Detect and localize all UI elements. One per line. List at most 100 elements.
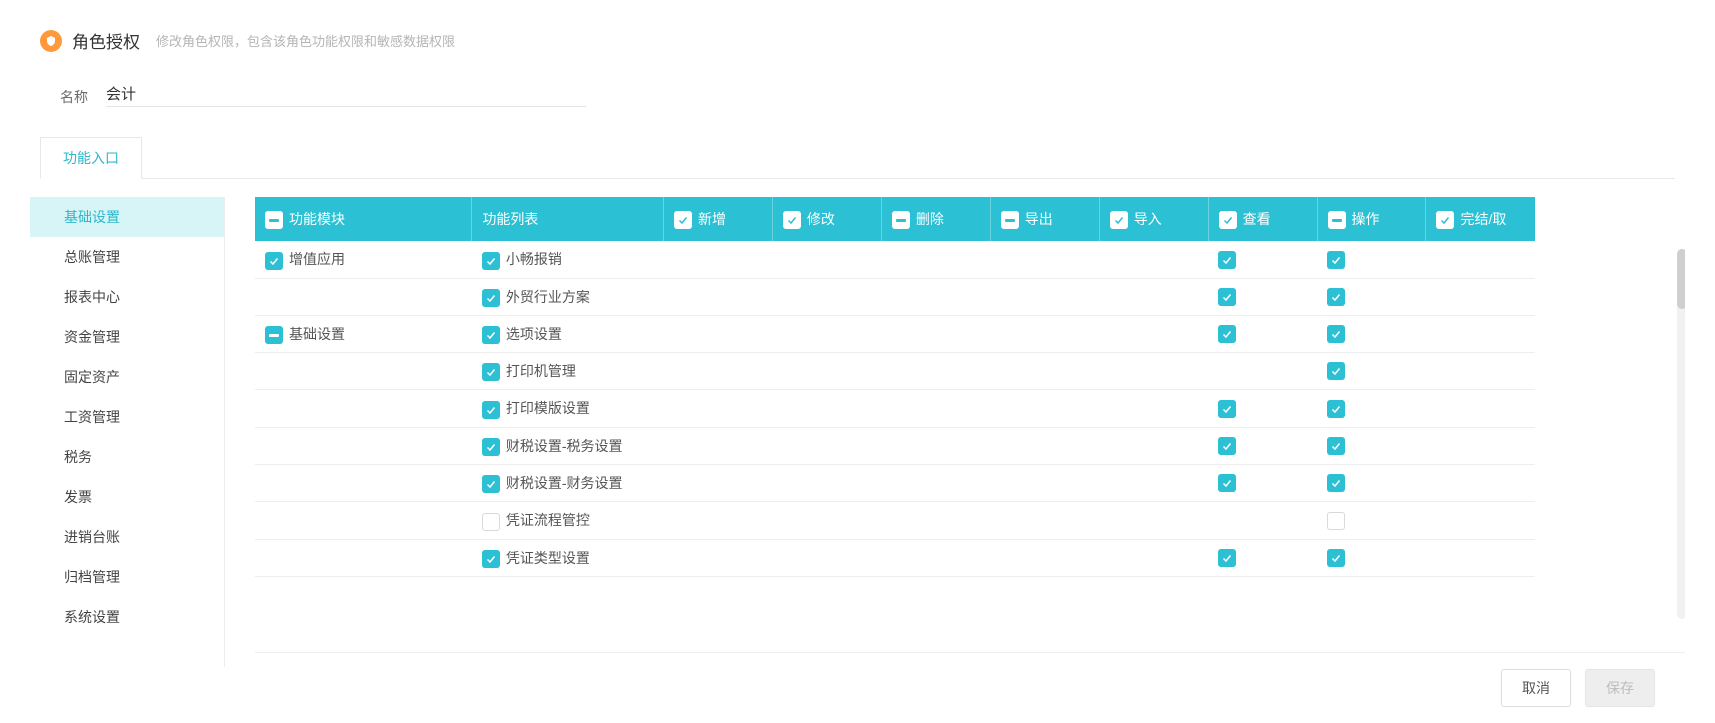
cell-perm-6 (1317, 539, 1426, 576)
cell-perm-1 (772, 465, 881, 502)
checkbox[interactable] (1328, 211, 1346, 229)
checkbox[interactable] (482, 513, 500, 531)
cell-module: 基础设置 (255, 315, 472, 352)
cell-perm-4 (1099, 427, 1208, 464)
sidebar-item-7[interactable]: 发票 (30, 477, 224, 517)
cell-perm-6 (1317, 502, 1426, 539)
sidebar-item-0[interactable]: 基础设置 (30, 197, 224, 237)
sidebar-item-2[interactable]: 报表中心 (30, 277, 224, 317)
save-button[interactable]: 保存 (1585, 669, 1655, 707)
tab-function-entry[interactable]: 功能入口 (40, 137, 142, 179)
checkbox[interactable] (1436, 211, 1454, 229)
cancel-button[interactable]: 取消 (1501, 669, 1571, 707)
func-label: 打印机管理 (506, 363, 576, 379)
checkbox[interactable] (1327, 288, 1345, 306)
checkbox[interactable] (783, 211, 801, 229)
cell-perm-1 (772, 315, 881, 352)
checkbox[interactable] (1327, 325, 1345, 343)
cell-perm-0 (664, 465, 773, 502)
checkbox[interactable] (265, 211, 283, 229)
cell-perm-2 (881, 502, 990, 539)
name-input[interactable] (106, 81, 586, 107)
sidebar-item-5[interactable]: 工资管理 (30, 397, 224, 437)
cell-module (255, 278, 472, 315)
checkbox[interactable] (482, 289, 500, 307)
col-header-1: 功能列表 (472, 197, 664, 241)
cell-perm-4 (1099, 353, 1208, 390)
checkbox[interactable] (1219, 211, 1237, 229)
checkbox[interactable] (1110, 211, 1128, 229)
cell-perm-6 (1317, 465, 1426, 502)
checkbox[interactable] (482, 363, 500, 381)
checkbox[interactable] (1327, 512, 1345, 530)
cell-module (255, 390, 472, 427)
sidebar-item-3[interactable]: 资金管理 (30, 317, 224, 357)
cell-func: 小畅报销 (472, 241, 664, 278)
checkbox[interactable] (1218, 325, 1236, 343)
sidebar-item-6[interactable]: 税务 (30, 437, 224, 477)
cell-perm-2 (881, 390, 990, 427)
sidebar-item-1[interactable]: 总账管理 (30, 237, 224, 277)
checkbox[interactable] (1327, 437, 1345, 455)
checkbox[interactable] (674, 211, 692, 229)
checkbox[interactable] (1327, 362, 1345, 380)
cell-perm-2 (881, 465, 990, 502)
cell-perm-5 (1208, 315, 1317, 352)
checkbox[interactable] (265, 252, 283, 270)
page-subtitle: 修改角色权限，包含该角色功能权限和敏感数据权限 (156, 31, 455, 50)
checkbox[interactable] (1001, 211, 1019, 229)
cell-perm-1 (772, 502, 881, 539)
cell-perm-5 (1208, 502, 1317, 539)
checkbox[interactable] (482, 252, 500, 270)
cell-module (255, 353, 472, 390)
cell-perm-1 (772, 278, 881, 315)
cell-perm-5 (1208, 278, 1317, 315)
cell-perm-1 (772, 427, 881, 464)
checkbox[interactable] (1218, 400, 1236, 418)
cell-perm-2 (881, 353, 990, 390)
checkbox[interactable] (265, 326, 283, 344)
checkbox[interactable] (1218, 288, 1236, 306)
cell-perm-3 (990, 278, 1099, 315)
col-header-label: 功能列表 (482, 211, 538, 227)
table-row: 增值应用小畅报销 (255, 241, 1535, 278)
cell-perm-5 (1208, 539, 1317, 576)
cell-perm-6 (1317, 278, 1426, 315)
cell-perm-2 (881, 539, 990, 576)
checkbox[interactable] (1218, 251, 1236, 269)
checkbox[interactable] (1327, 474, 1345, 492)
cell-perm-4 (1099, 390, 1208, 427)
func-label: 凭证类型设置 (506, 550, 590, 566)
cell-perm-1 (772, 390, 881, 427)
sidebar-item-8[interactable]: 进销台账 (30, 517, 224, 557)
vertical-scrollbar-thumb[interactable] (1677, 249, 1685, 309)
checkbox[interactable] (1218, 437, 1236, 455)
cell-func: 凭证流程管控 (472, 502, 664, 539)
sidebar-item-10[interactable]: 系统设置 (30, 597, 224, 637)
cell-perm-4 (1099, 539, 1208, 576)
checkbox[interactable] (482, 550, 500, 568)
checkbox[interactable] (1218, 474, 1236, 492)
checkbox[interactable] (1327, 549, 1345, 567)
checkbox[interactable] (482, 326, 500, 344)
sidebar-item-9[interactable]: 归档管理 (30, 557, 224, 597)
cell-perm-0 (664, 315, 773, 352)
checkbox[interactable] (892, 211, 910, 229)
vertical-scrollbar[interactable] (1677, 249, 1685, 619)
col-header-label: 功能模块 (289, 211, 345, 227)
checkbox[interactable] (482, 401, 500, 419)
checkbox[interactable] (1327, 400, 1345, 418)
sidebar-item-4[interactable]: 固定资产 (30, 357, 224, 397)
cell-perm-1 (772, 539, 881, 576)
table-row: 财税设置-税务设置 (255, 427, 1535, 464)
cell-perm-3 (990, 241, 1099, 278)
cell-perm-7 (1426, 278, 1535, 315)
cell-perm-4 (1099, 241, 1208, 278)
checkbox[interactable] (482, 475, 500, 493)
cell-perm-5 (1208, 353, 1317, 390)
cell-module (255, 465, 472, 502)
func-label: 财税设置-财务设置 (506, 475, 623, 491)
checkbox[interactable] (482, 438, 500, 456)
checkbox[interactable] (1218, 549, 1236, 567)
checkbox[interactable] (1327, 251, 1345, 269)
